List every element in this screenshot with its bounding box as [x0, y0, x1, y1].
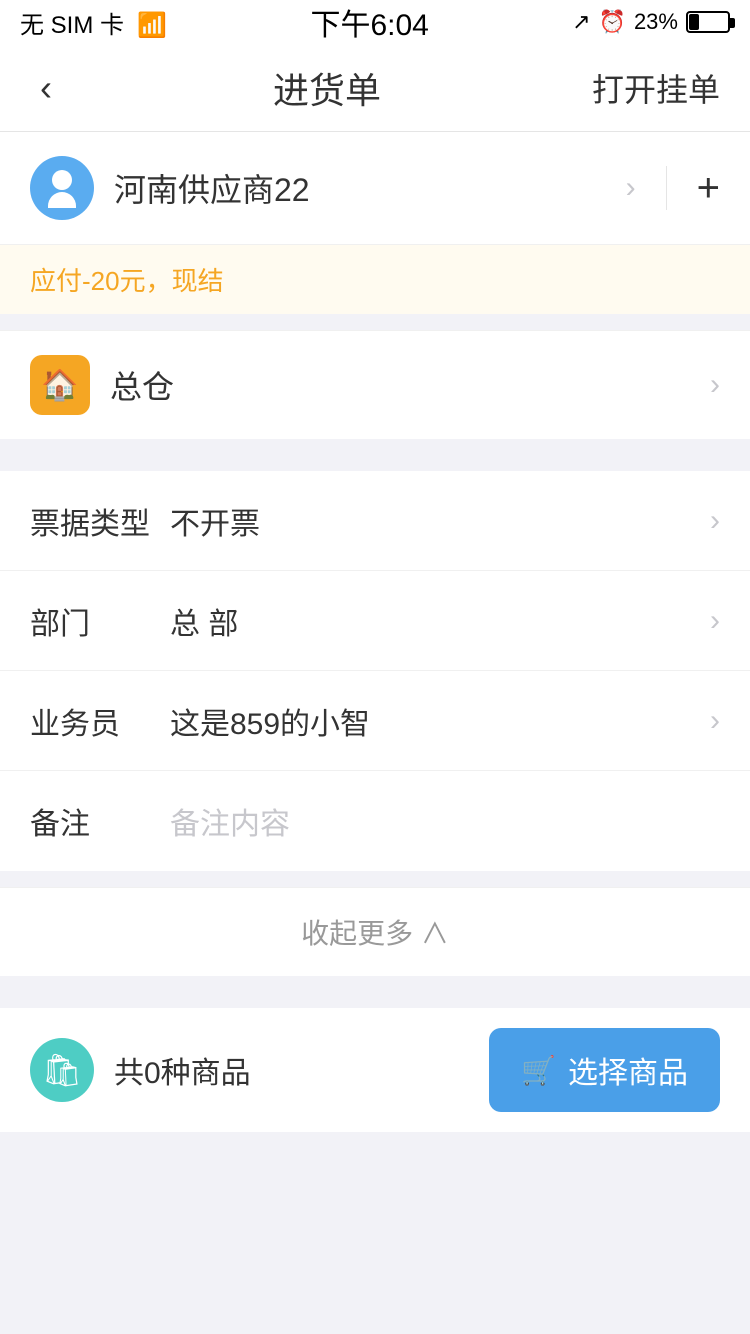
supplier-section: 河南供应商22 › + 应付-20元，现结 — [0, 132, 750, 314]
note-label: 备注 — [30, 799, 170, 843]
avatar-person-icon — [44, 170, 80, 206]
page-title: 进货单 — [273, 62, 381, 114]
note-placeholder: 备注内容 — [170, 799, 720, 843]
cart-icon: 🛒 — [521, 1054, 556, 1087]
warehouse-row[interactable]: 🏠 总仓 › — [0, 330, 750, 439]
main-content: 河南供应商22 › + 应付-20元，现结 🏠 总仓 › 票据类型 不开票 › — [0, 132, 750, 1162]
location-icon: ↗ — [572, 9, 590, 35]
warehouse-section: 🏠 总仓 › — [0, 330, 750, 439]
back-button[interactable]: ‹ — [30, 57, 62, 119]
open-pending-button[interactable]: 打开挂单 — [592, 65, 720, 111]
divider-vertical — [666, 166, 667, 210]
department-label: 部门 — [30, 599, 170, 643]
bottom-bar: 🛍 共0种商品 🛒 选择商品 — [0, 1008, 750, 1132]
product-bag-icon: 🛍 — [42, 1051, 83, 1089]
product-count: 共0种商品 — [114, 1048, 469, 1092]
collapse-text: 收起更多 ∧ — [301, 912, 449, 952]
battery-text: 23% — [634, 9, 678, 35]
battery-icon — [686, 11, 730, 33]
collapse-row[interactable]: 收起更多 ∧ — [0, 887, 750, 976]
status-right: ↗ ⏰ 23% — [572, 9, 730, 35]
salesperson-label: 业务员 — [30, 699, 170, 743]
select-product-label: 选择商品 — [568, 1048, 688, 1092]
avatar-body — [48, 192, 76, 208]
warehouse-chevron-icon: › — [710, 368, 720, 402]
warehouse-icon: 🏠 — [41, 368, 78, 403]
department-row[interactable]: 部门 总 部 › — [0, 571, 750, 671]
invoice-type-value: 不开票 — [170, 499, 710, 543]
supplier-avatar — [30, 156, 94, 220]
department-value: 总 部 — [170, 599, 710, 643]
department-chevron-icon: › — [710, 604, 720, 638]
nav-bar: ‹ 进货单 打开挂单 — [0, 44, 750, 132]
notice-text: 应付-20元，现结 — [30, 266, 224, 296]
section-divider-2 — [0, 439, 750, 455]
supplier-chevron-icon: › — [626, 171, 636, 205]
salesperson-chevron-icon: › — [710, 704, 720, 738]
form-section: 票据类型 不开票 › 部门 总 部 › 业务员 这是859的小智 › 备注 备注… — [0, 471, 750, 871]
salesperson-value: 这是859的小智 — [170, 699, 710, 743]
invoice-type-label: 票据类型 — [30, 499, 170, 543]
section-divider-3 — [0, 976, 750, 992]
avatar-head — [52, 170, 72, 190]
status-left: 无 SIM 卡 📶 — [20, 5, 167, 40]
alarm-icon: ⏰ — [599, 9, 626, 35]
notice-bar: 应付-20元，现结 — [0, 245, 750, 314]
status-bar: 无 SIM 卡 📶 下午6:04 ↗ ⏰ 23% — [0, 0, 750, 44]
select-product-button[interactable]: 🛒 选择商品 — [489, 1028, 720, 1112]
invoice-type-row[interactable]: 票据类型 不开票 › — [0, 471, 750, 571]
invoice-type-chevron-icon: › — [710, 504, 720, 538]
add-supplier-button[interactable]: + — [697, 166, 720, 211]
section-divider-1 — [0, 314, 750, 330]
salesperson-row[interactable]: 业务员 这是859的小智 › — [0, 671, 750, 771]
note-row[interactable]: 备注 备注内容 — [0, 771, 750, 871]
supplier-row[interactable]: 河南供应商22 › + — [0, 132, 750, 245]
product-icon-wrap: 🛍 — [30, 1038, 94, 1102]
warehouse-name: 总仓 — [110, 362, 710, 408]
supplier-name: 河南供应商22 — [114, 165, 626, 211]
warehouse-icon-wrap: 🏠 — [30, 355, 90, 415]
status-time: 下午6:04 — [310, 0, 428, 44]
